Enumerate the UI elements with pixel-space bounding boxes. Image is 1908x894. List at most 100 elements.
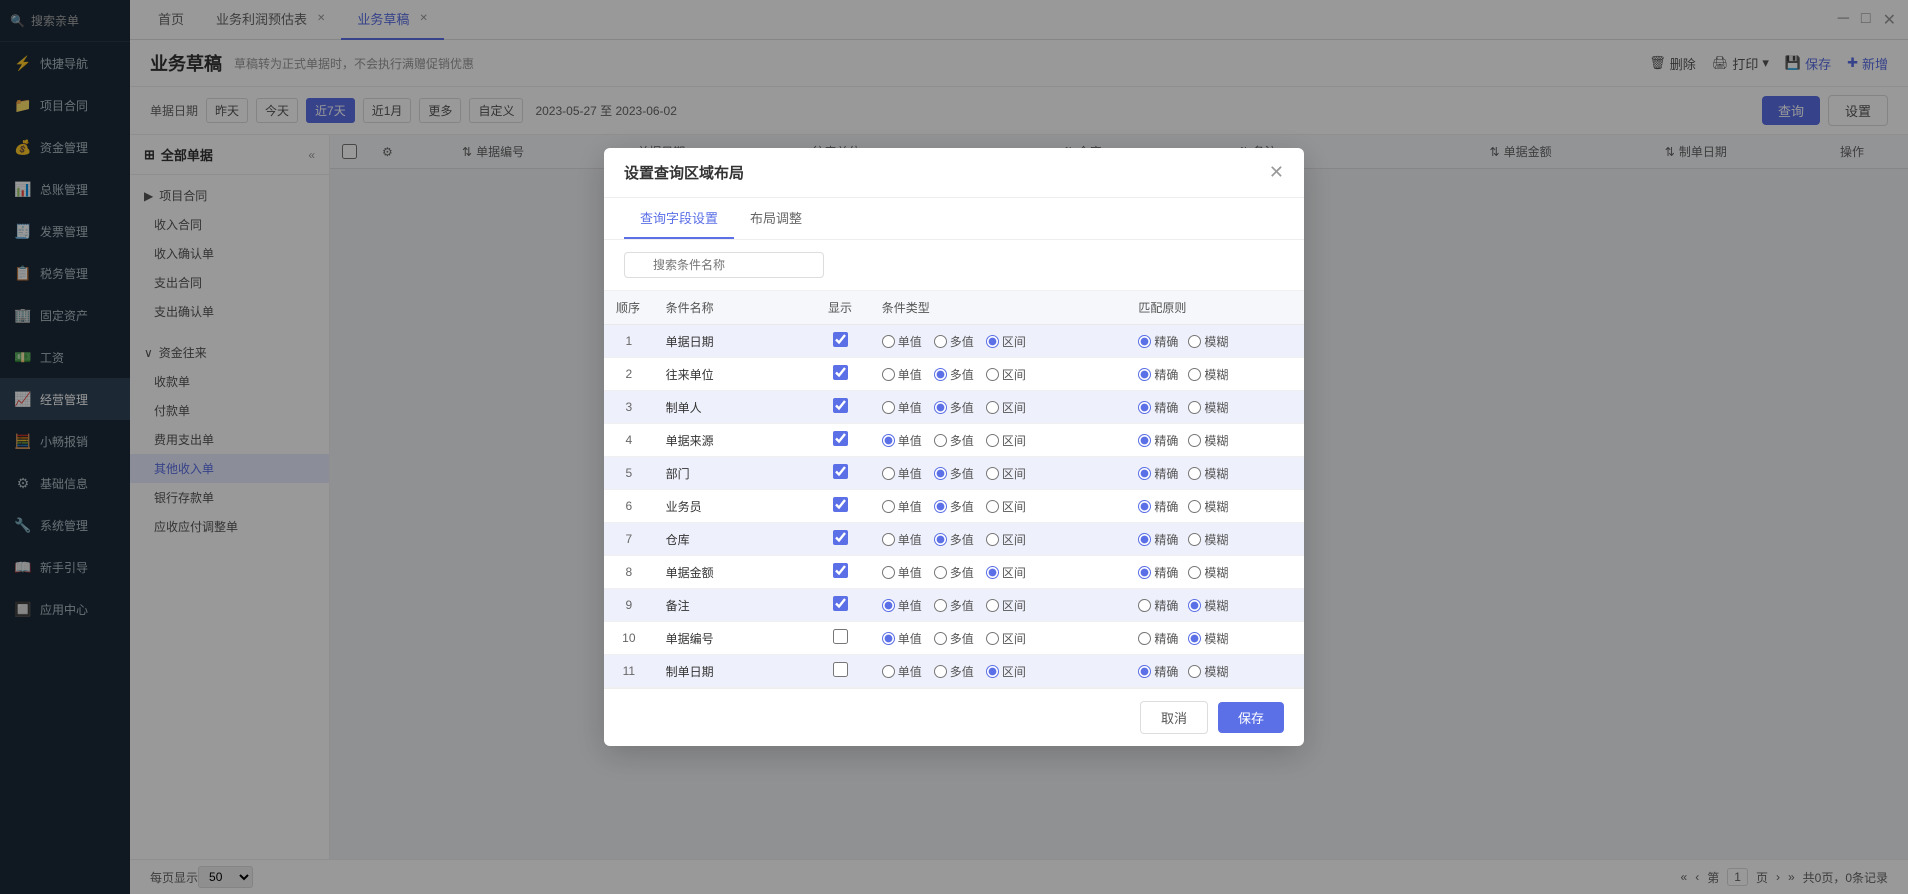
- cond-type-single[interactable]: 单值: [882, 465, 922, 482]
- match-rule-fuzzy[interactable]: 模糊: [1188, 498, 1228, 515]
- cond-type-single[interactable]: 单值: [882, 564, 922, 581]
- row-matchrule: 精确模糊: [1126, 490, 1304, 523]
- show-checkbox[interactable]: [833, 431, 848, 446]
- match-rule-exact[interactable]: 精确: [1138, 366, 1178, 383]
- match-rule-exact[interactable]: 精确: [1138, 663, 1178, 680]
- show-checkbox[interactable]: [833, 464, 848, 479]
- dialog-table-row: 10单据编号单值多值区间精确模糊: [604, 622, 1304, 655]
- row-name: 单据来源: [654, 424, 811, 457]
- dialog-table-row: 4单据来源单值多值区间精确模糊: [604, 424, 1304, 457]
- cond-type-range[interactable]: 区间: [986, 366, 1026, 383]
- cond-type-single[interactable]: 单值: [882, 498, 922, 515]
- row-show: [810, 391, 869, 424]
- cond-type-range[interactable]: 区间: [986, 333, 1026, 350]
- match-rule-fuzzy[interactable]: 模糊: [1188, 366, 1228, 383]
- row-condtype: 单值多值区间: [870, 457, 1127, 490]
- show-checkbox[interactable]: [833, 398, 848, 413]
- match-rule-exact[interactable]: 精确: [1138, 597, 1178, 614]
- row-condtype: 单值多值区间: [870, 589, 1127, 622]
- match-rule-exact[interactable]: 精确: [1138, 630, 1178, 647]
- cond-type-multi[interactable]: 多值: [934, 498, 974, 515]
- match-rule-fuzzy[interactable]: 模糊: [1188, 531, 1228, 548]
- row-name: 单据编号: [654, 622, 811, 655]
- th-condtype: 条件类型: [870, 291, 1127, 325]
- cond-type-multi[interactable]: 多值: [934, 564, 974, 581]
- match-rule-fuzzy[interactable]: 模糊: [1188, 399, 1228, 416]
- match-rule-fuzzy[interactable]: 模糊: [1188, 564, 1228, 581]
- dialog-search-input[interactable]: [624, 252, 824, 278]
- match-rule-exact[interactable]: 精确: [1138, 564, 1178, 581]
- modal-overlay[interactable]: 设置查询区域布局 ✕ 查询字段设置 布局调整 🔍 顺序 条件名称 显示: [0, 0, 1908, 894]
- cond-type-single[interactable]: 单值: [882, 366, 922, 383]
- cond-type-single[interactable]: 单值: [882, 597, 922, 614]
- cond-type-single[interactable]: 单值: [882, 432, 922, 449]
- row-matchrule: 精确模糊: [1126, 556, 1304, 589]
- cond-type-single[interactable]: 单值: [882, 630, 922, 647]
- cond-type-multi[interactable]: 多值: [934, 432, 974, 449]
- row-name: 仓库: [654, 523, 811, 556]
- match-rule-exact[interactable]: 精确: [1138, 399, 1178, 416]
- cond-type-multi[interactable]: 多值: [934, 630, 974, 647]
- dialog-title: 设置查询区域布局: [624, 162, 744, 183]
- cond-type-range[interactable]: 区间: [986, 432, 1026, 449]
- show-checkbox[interactable]: [833, 332, 848, 347]
- cond-type-single[interactable]: 单值: [882, 333, 922, 350]
- cond-type-range[interactable]: 区间: [986, 564, 1026, 581]
- cond-type-multi[interactable]: 多值: [934, 663, 974, 680]
- cond-type-range[interactable]: 区间: [986, 399, 1026, 416]
- row-show: [810, 622, 869, 655]
- cond-type-range[interactable]: 区间: [986, 465, 1026, 482]
- show-checkbox[interactable]: [833, 629, 848, 644]
- cond-type-single[interactable]: 单值: [882, 399, 922, 416]
- cond-type-multi[interactable]: 多值: [934, 399, 974, 416]
- row-matchrule: 精确模糊: [1126, 523, 1304, 556]
- cancel-button[interactable]: 取消: [1140, 701, 1208, 734]
- match-rule-exact[interactable]: 精确: [1138, 498, 1178, 515]
- cond-type-multi[interactable]: 多值: [934, 465, 974, 482]
- dialog-tab-layout[interactable]: 布局调整: [734, 198, 818, 239]
- match-rule-fuzzy[interactable]: 模糊: [1188, 333, 1228, 350]
- show-checkbox[interactable]: [833, 596, 848, 611]
- row-order: 1: [604, 325, 654, 358]
- row-name: 制单日期: [654, 655, 811, 688]
- match-rule-fuzzy[interactable]: 模糊: [1188, 432, 1228, 449]
- cond-type-single[interactable]: 单值: [882, 531, 922, 548]
- match-rule-exact[interactable]: 精确: [1138, 465, 1178, 482]
- show-checkbox[interactable]: [833, 365, 848, 380]
- cond-type-multi[interactable]: 多值: [934, 333, 974, 350]
- row-show: [810, 358, 869, 391]
- cond-type-range[interactable]: 区间: [986, 597, 1026, 614]
- show-checkbox[interactable]: [833, 530, 848, 545]
- match-rule-exact[interactable]: 精确: [1138, 531, 1178, 548]
- dialog-table-row: 2往来单位单值多值区间精确模糊: [604, 358, 1304, 391]
- row-matchrule: 精确模糊: [1126, 622, 1304, 655]
- row-order: 2: [604, 358, 654, 391]
- show-checkbox[interactable]: [833, 497, 848, 512]
- match-rule-fuzzy[interactable]: 模糊: [1188, 597, 1228, 614]
- dialog-table-row: 3制单人单值多值区间精确模糊: [604, 391, 1304, 424]
- dialog-search-area: 🔍: [604, 240, 1304, 291]
- dialog-tab-fields[interactable]: 查询字段设置: [624, 198, 734, 239]
- cond-type-range[interactable]: 区间: [986, 498, 1026, 515]
- cond-type-range[interactable]: 区间: [986, 663, 1026, 680]
- cond-type-single[interactable]: 单值: [882, 663, 922, 680]
- show-checkbox[interactable]: [833, 563, 848, 578]
- th-order: 顺序: [604, 291, 654, 325]
- cond-type-multi[interactable]: 多值: [934, 366, 974, 383]
- row-name: 制单人: [654, 391, 811, 424]
- search-wrap: 🔍: [624, 252, 824, 278]
- match-rule-fuzzy[interactable]: 模糊: [1188, 663, 1228, 680]
- save-button[interactable]: 保存: [1218, 702, 1284, 733]
- cond-type-range[interactable]: 区间: [986, 630, 1026, 647]
- dialog-close-btn[interactable]: ✕: [1269, 162, 1284, 183]
- cond-type-range[interactable]: 区间: [986, 531, 1026, 548]
- match-rule-exact[interactable]: 精确: [1138, 432, 1178, 449]
- cond-type-multi[interactable]: 多值: [934, 597, 974, 614]
- match-rule-fuzzy[interactable]: 模糊: [1188, 465, 1228, 482]
- match-rule-exact[interactable]: 精确: [1138, 333, 1178, 350]
- match-rule-fuzzy[interactable]: 模糊: [1188, 630, 1228, 647]
- cond-type-multi[interactable]: 多值: [934, 531, 974, 548]
- show-checkbox[interactable]: [833, 662, 848, 677]
- row-condtype: 单值多值区间: [870, 556, 1127, 589]
- dialog-table-row: 11制单日期单值多值区间精确模糊: [604, 655, 1304, 688]
